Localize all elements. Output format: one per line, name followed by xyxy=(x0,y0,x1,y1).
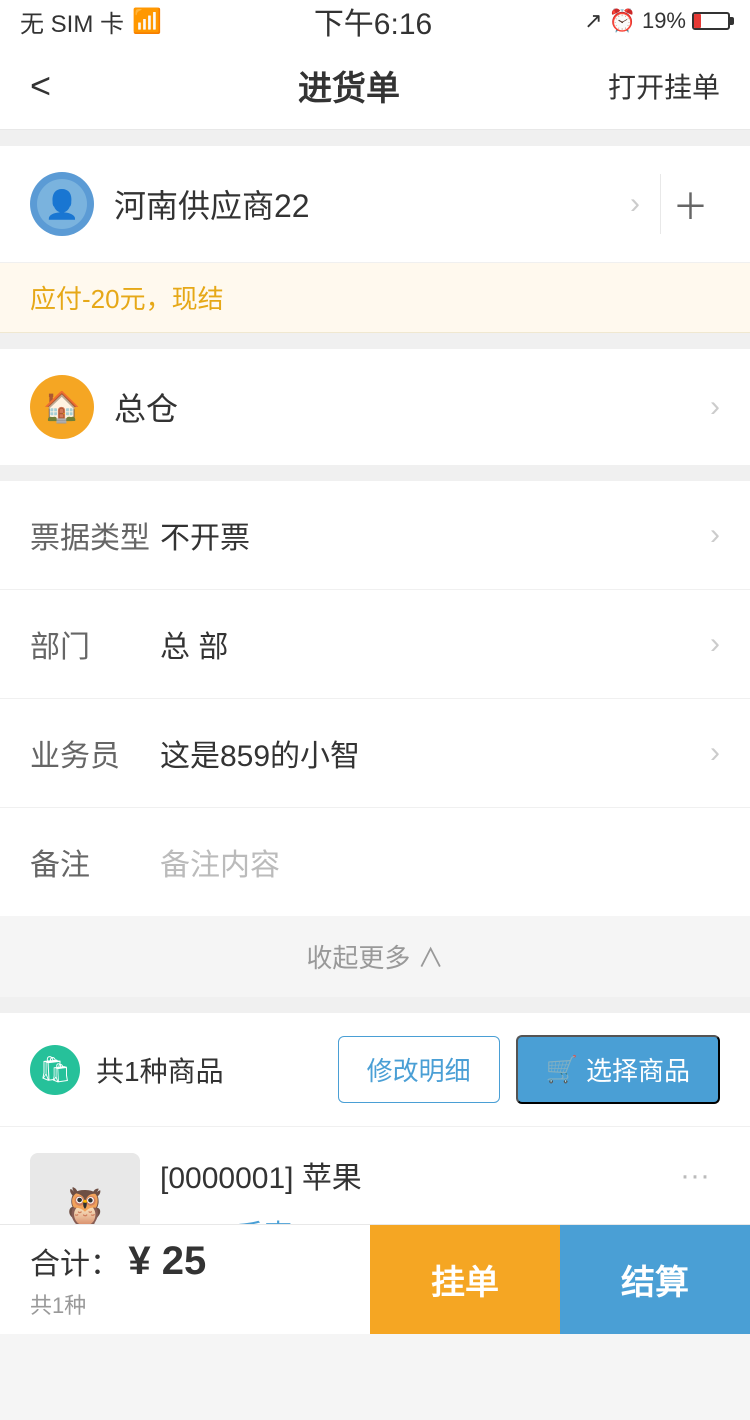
battery-icon xyxy=(692,12,730,30)
department-row[interactable]: 部门 总 部 › xyxy=(0,590,750,699)
supplier-chevron-icon: › xyxy=(630,187,640,221)
warehouse-name: 总仓 xyxy=(114,384,710,430)
section-divider-4 xyxy=(0,997,750,1013)
remark-row[interactable]: 备注 备注内容 xyxy=(0,808,750,916)
bottom-bar: 合计： ¥ 25 共1种 挂单 结算 xyxy=(0,1224,750,1334)
product-name: [0000001] 苹果 xyxy=(160,1153,670,1197)
carrier-label: 无 SIM 卡 xyxy=(20,4,124,39)
warehouse-icon: 🏠 xyxy=(30,375,94,439)
department-chevron-icon: › xyxy=(710,627,720,661)
department-value: 总 部 xyxy=(160,622,710,666)
ticket-type-chevron-icon: › xyxy=(710,518,720,552)
nav-bar: < 进货单 打开挂单 xyxy=(0,42,750,130)
total-label: 合计： ¥ 25 xyxy=(30,1239,340,1284)
salesman-label: 业务员 xyxy=(30,731,160,775)
open-hang-button[interactable]: 打开挂单 xyxy=(608,66,720,106)
ticket-type-label: 票据类型 xyxy=(30,513,160,557)
products-icon: 🛍 xyxy=(30,1045,80,1095)
total-section: 合计： ¥ 25 共1种 xyxy=(0,1225,370,1334)
warehouse-chevron-icon: › xyxy=(710,390,720,424)
location-icon: ↗ xyxy=(584,8,602,34)
form-card: 票据类型 不开票 › 部门 总 部 › 业务员 这是859的小智 › 备注 备注… xyxy=(0,481,750,916)
supplier-name: 河南供应商22 xyxy=(114,181,630,227)
total-sub-label: 共1种 xyxy=(30,1288,340,1320)
supplier-row[interactable]: 👤 河南供应商22 › ＋ xyxy=(0,146,750,263)
remark-input[interactable]: 备注内容 xyxy=(160,840,720,884)
hang-button[interactable]: 挂单 xyxy=(370,1225,560,1334)
back-button[interactable]: < xyxy=(30,65,90,107)
edit-detail-button[interactable]: 修改明细 xyxy=(338,1036,500,1103)
ticket-type-value: 不开票 xyxy=(160,513,710,557)
time-label: 下午6:16 xyxy=(314,0,432,43)
add-supplier-button[interactable]: ＋ xyxy=(660,174,720,234)
collapse-label: 收起更多 ∧ xyxy=(306,938,443,975)
alarm-icon: ⏰ xyxy=(609,8,636,34)
department-label: 部门 xyxy=(30,622,160,666)
status-bar: 无 SIM 卡 📶 下午6:16 ↗ ⏰ 19% xyxy=(0,0,750,42)
section-divider-1 xyxy=(0,130,750,146)
products-header: 🛍 共1种商品 修改明细 🛒 选择商品 xyxy=(0,1013,750,1127)
supplier-avatar: 👤 xyxy=(30,172,94,236)
status-bar-left: 无 SIM 卡 📶 xyxy=(20,4,162,39)
battery-label: 19% xyxy=(642,8,686,34)
products-count: 共1种商品 xyxy=(96,1050,338,1090)
ticket-type-row[interactable]: 票据类型 不开票 › xyxy=(0,481,750,590)
select-product-label: 选择商品 xyxy=(586,1051,690,1088)
salesman-value: 这是859的小智 xyxy=(160,731,710,775)
wifi-icon: 📶 xyxy=(132,7,162,36)
salesman-chevron-icon: › xyxy=(710,736,720,770)
status-bar-right: ↗ ⏰ 19% xyxy=(584,8,730,34)
remark-label: 备注 xyxy=(30,840,160,884)
avatar-icon: 👤 xyxy=(45,188,80,221)
page-title: 进货单 xyxy=(298,61,400,110)
select-product-button[interactable]: 🛒 选择商品 xyxy=(516,1035,720,1104)
notice-bar: 应付-20元，现结 xyxy=(0,263,750,333)
collapse-button[interactable]: 收起更多 ∧ xyxy=(0,916,750,997)
cart-icon: 🛒 xyxy=(546,1054,578,1085)
warehouse-row[interactable]: 🏠 总仓 › xyxy=(0,349,750,465)
total-amount: ¥ 25 xyxy=(128,1239,206,1283)
product-more-button[interactable]: ··· xyxy=(670,1153,720,1199)
section-divider-3 xyxy=(0,465,750,481)
settle-button[interactable]: 结算 xyxy=(560,1225,750,1334)
warehouse-card: 🏠 总仓 › xyxy=(0,349,750,465)
supplier-card: 👤 河南供应商22 › ＋ 应付-20元，现结 xyxy=(0,146,750,333)
section-divider-2 xyxy=(0,333,750,349)
salesman-row[interactable]: 业务员 这是859的小智 › xyxy=(0,699,750,808)
